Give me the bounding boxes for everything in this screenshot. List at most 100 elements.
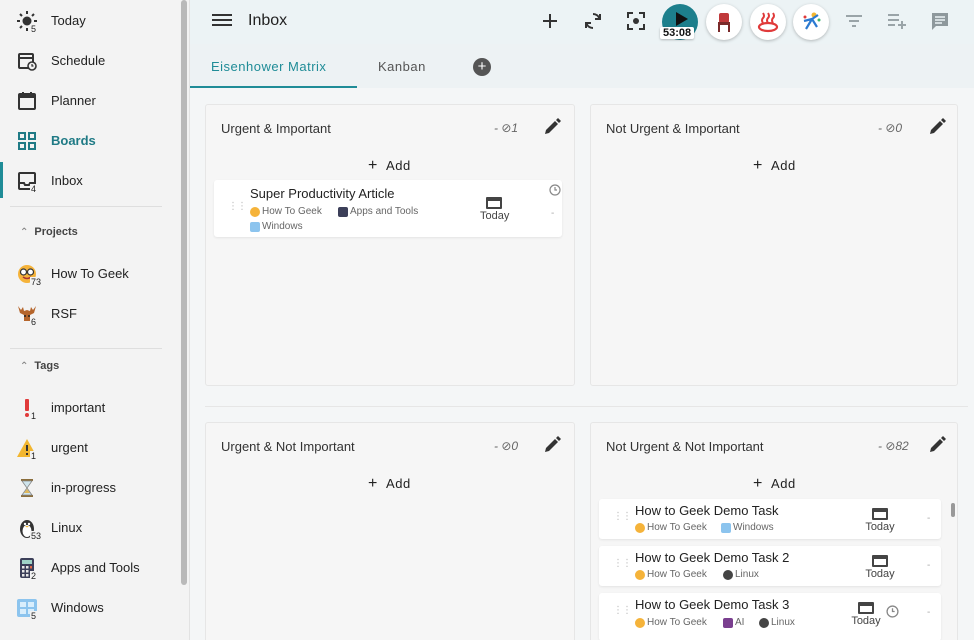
due-date[interactable]: Today bbox=[865, 554, 895, 580]
quadrant-count: - ⊘0 bbox=[878, 121, 903, 135]
task-estimate: - bbox=[927, 560, 931, 571]
add-task-icon[interactable] bbox=[539, 10, 561, 32]
add-label: Add bbox=[770, 158, 796, 173]
tag-text: Linux bbox=[735, 569, 759, 580]
tab-eisenhower-matrix[interactable]: Eisenhower Matrix bbox=[211, 59, 326, 74]
task-tag[interactable]: How To Geek bbox=[635, 617, 707, 628]
sidebar: 5 Today Schedule Planner Boards 4 Inbox … bbox=[0, 0, 190, 640]
penguin-icon bbox=[759, 617, 769, 628]
board-scrollbar[interactable] bbox=[951, 503, 955, 517]
juggling-icon[interactable] bbox=[793, 4, 829, 40]
divider bbox=[205, 406, 968, 407]
due-date[interactable]: Today bbox=[480, 196, 509, 222]
drag-handle-icon[interactable]: ⋮⋮ bbox=[613, 512, 632, 522]
top-bar: Inbox 53:08 bbox=[190, 0, 974, 44]
nav-label: Today bbox=[51, 12, 86, 28]
quadrant-not-urgent-important: Not Urgent & Important - ⊘0 + Add bbox=[590, 104, 958, 386]
tag-count: 2 bbox=[30, 571, 38, 581]
hourglass-icon bbox=[16, 477, 38, 499]
hot-springs-icon[interactable] bbox=[750, 4, 786, 40]
task-tag[interactable]: Linux bbox=[723, 569, 759, 580]
edit-icon[interactable] bbox=[927, 117, 947, 137]
task-card[interactable]: ⋮⋮ How to Geek Demo Task How To Geek Win… bbox=[599, 499, 941, 539]
task-tag[interactable]: How To Geek bbox=[635, 522, 707, 533]
filter-icon[interactable] bbox=[843, 10, 865, 32]
notes-icon[interactable] bbox=[929, 10, 951, 32]
project-label: How To Geek bbox=[51, 265, 129, 281]
tag-count: 53 bbox=[30, 531, 43, 541]
add-task-button[interactable]: + Add bbox=[368, 475, 411, 493]
task-card[interactable]: ⋮⋮ How to Geek Demo Task 2 How To Geek L… bbox=[599, 546, 941, 586]
tag-count: 1 bbox=[30, 451, 38, 461]
due-date[interactable]: Today bbox=[851, 601, 881, 627]
add-label: Add bbox=[385, 158, 411, 173]
task-title: Super Productivity Article bbox=[250, 186, 395, 201]
task-card[interactable]: ⋮⋮ How to Geek Demo Task 3 How To Geek A… bbox=[599, 593, 941, 640]
add-list-icon[interactable] bbox=[886, 10, 908, 32]
task-tag[interactable]: Windows bbox=[721, 522, 774, 533]
tag-text: Apps and Tools bbox=[350, 206, 419, 217]
tag-label: urgent bbox=[51, 439, 88, 455]
projects-heading[interactable]: ⌃ Projects bbox=[20, 226, 78, 238]
drag-handle-icon[interactable]: ⋮⋮ bbox=[228, 202, 247, 212]
nav-item-boards[interactable]: Boards bbox=[0, 120, 178, 160]
tag-text: How To Geek bbox=[647, 617, 707, 628]
tag-item-linux[interactable]: 53 Linux bbox=[0, 507, 178, 547]
tag-text: How To Geek bbox=[647, 522, 707, 533]
drag-handle-icon[interactable]: ⋮⋮ bbox=[613, 559, 632, 569]
tag-text: Linux bbox=[771, 617, 795, 628]
nav-label: Planner bbox=[51, 92, 96, 108]
task-tag[interactable]: Linux bbox=[759, 617, 795, 628]
task-tag[interactable]: Windows bbox=[250, 221, 303, 232]
tag-count: 1 bbox=[30, 411, 38, 421]
task-tag[interactable]: How To Geek bbox=[635, 569, 707, 580]
project-item-how-to-geek[interactable]: 73 How To Geek bbox=[0, 253, 178, 293]
add-task-button[interactable]: + Add bbox=[368, 157, 411, 175]
tag-label: in-progress bbox=[51, 479, 117, 495]
task-tag[interactable]: Apps and Tools bbox=[338, 206, 418, 217]
add-task-button[interactable]: + Add bbox=[753, 475, 796, 493]
nav-item-inbox[interactable]: 4 Inbox bbox=[0, 160, 178, 200]
add-label: Add bbox=[770, 476, 796, 491]
calendar-icon bbox=[16, 90, 38, 112]
clock-icon[interactable] bbox=[549, 183, 561, 201]
nav-item-schedule[interactable]: Schedule bbox=[0, 40, 178, 80]
nerd-face-icon bbox=[635, 569, 645, 580]
calendar-icon bbox=[872, 508, 888, 520]
section-label: Tags bbox=[34, 360, 60, 372]
task-tag[interactable]: How To Geek bbox=[250, 206, 322, 217]
task-card[interactable]: ⋮⋮ Super Productivity Article How To Gee… bbox=[214, 180, 562, 237]
quadrant-urgent-not-important: Urgent & Not Important - ⊘0 + Add bbox=[205, 422, 575, 640]
clock-icon[interactable] bbox=[886, 605, 899, 623]
nav-item-planner[interactable]: Planner bbox=[0, 80, 178, 120]
chevron-up-icon: ⌃ bbox=[20, 360, 29, 372]
add-board-button[interactable]: + bbox=[473, 58, 491, 76]
drag-handle-icon[interactable]: ⋮⋮ bbox=[613, 606, 632, 616]
windows-icon bbox=[250, 221, 260, 232]
edit-icon[interactable] bbox=[542, 117, 562, 137]
tab-kanban[interactable]: Kanban bbox=[378, 59, 426, 74]
edit-icon[interactable] bbox=[927, 435, 947, 455]
project-item-rsf[interactable]: 6 RSF bbox=[0, 293, 178, 333]
due-date[interactable]: Today bbox=[865, 507, 895, 533]
nav-item-today[interactable]: 5 Today bbox=[0, 0, 178, 40]
task-tag[interactable]: AI bbox=[723, 617, 744, 628]
edit-icon[interactable] bbox=[542, 435, 562, 455]
tag-item-windows[interactable]: 5 Windows bbox=[0, 587, 178, 627]
tag-item-important[interactable]: 1 important bbox=[0, 387, 178, 427]
sidebar-scrollbar[interactable] bbox=[181, 0, 187, 585]
calculator-icon bbox=[338, 206, 348, 217]
calendar-icon bbox=[486, 197, 502, 209]
tag-text: Windows bbox=[733, 522, 774, 533]
tag-label: Windows bbox=[51, 599, 104, 615]
menu-icon[interactable] bbox=[212, 11, 232, 31]
add-task-button[interactable]: + Add bbox=[753, 157, 796, 175]
chair-icon[interactable] bbox=[706, 4, 742, 40]
tags-heading[interactable]: ⌃ Tags bbox=[20, 360, 59, 372]
tag-item-in-progress[interactable]: in-progress bbox=[0, 467, 178, 507]
tag-item-urgent[interactable]: 1 urgent bbox=[0, 427, 178, 467]
divider bbox=[10, 206, 162, 207]
sync-icon[interactable] bbox=[582, 10, 604, 32]
focus-mode-icon[interactable] bbox=[625, 10, 647, 32]
tag-item-apps-and-tools[interactable]: 2 Apps and Tools bbox=[0, 547, 178, 587]
